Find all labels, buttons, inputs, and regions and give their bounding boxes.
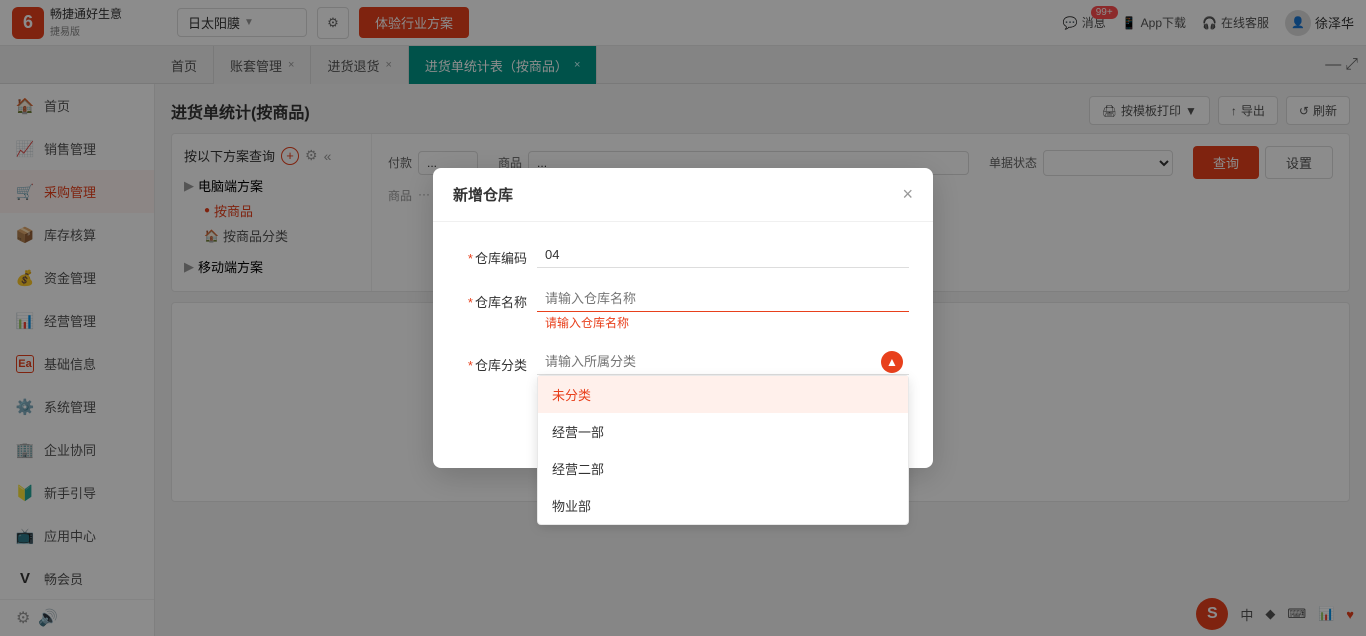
form-row-category: *仓库分类 ▲ 未分类 经营一部 经营二部 物业部 <box>457 349 909 375</box>
name-label: *仓库名称 <box>457 286 537 311</box>
form-row-name: *仓库名称 请输入仓库名称 <box>457 286 909 331</box>
modal-close-button[interactable]: × <box>902 184 913 205</box>
modal-body: *仓库编码 *仓库名称 请输入仓库名称 <box>433 222 933 405</box>
modal-title: 新增仓库 <box>453 184 513 205</box>
dropdown-item-dept3[interactable]: 物业部 <box>538 487 908 524</box>
form-row-code: *仓库编码 <box>457 242 909 268</box>
dropdown-item-unclassified[interactable]: 未分类 <box>538 376 908 413</box>
dropdown-item-dept2[interactable]: 经营二部 <box>538 450 908 487</box>
modal-add-warehouse: 新增仓库 × *仓库编码 *仓库名称 <box>433 168 933 468</box>
code-input[interactable] <box>537 242 909 268</box>
category-input-wrap: ▲ 未分类 经营一部 经营二部 物业部 <box>537 349 909 375</box>
name-error-msg: 请输入仓库名称 <box>545 316 629 330</box>
category-input[interactable] <box>537 349 909 375</box>
modal-overlay: 新增仓库 × *仓库编码 *仓库名称 <box>0 0 1366 636</box>
name-input[interactable] <box>537 286 909 312</box>
code-label: *仓库编码 <box>457 242 537 267</box>
dropdown-item-dept1[interactable]: 经营一部 <box>538 413 908 450</box>
modal-header: 新增仓库 × <box>433 168 933 222</box>
category-dropdown: 未分类 经营一部 经营二部 物业部 <box>537 375 909 525</box>
category-label: *仓库分类 <box>457 349 537 374</box>
category-arrow-icon[interactable]: ▲ <box>881 351 903 373</box>
